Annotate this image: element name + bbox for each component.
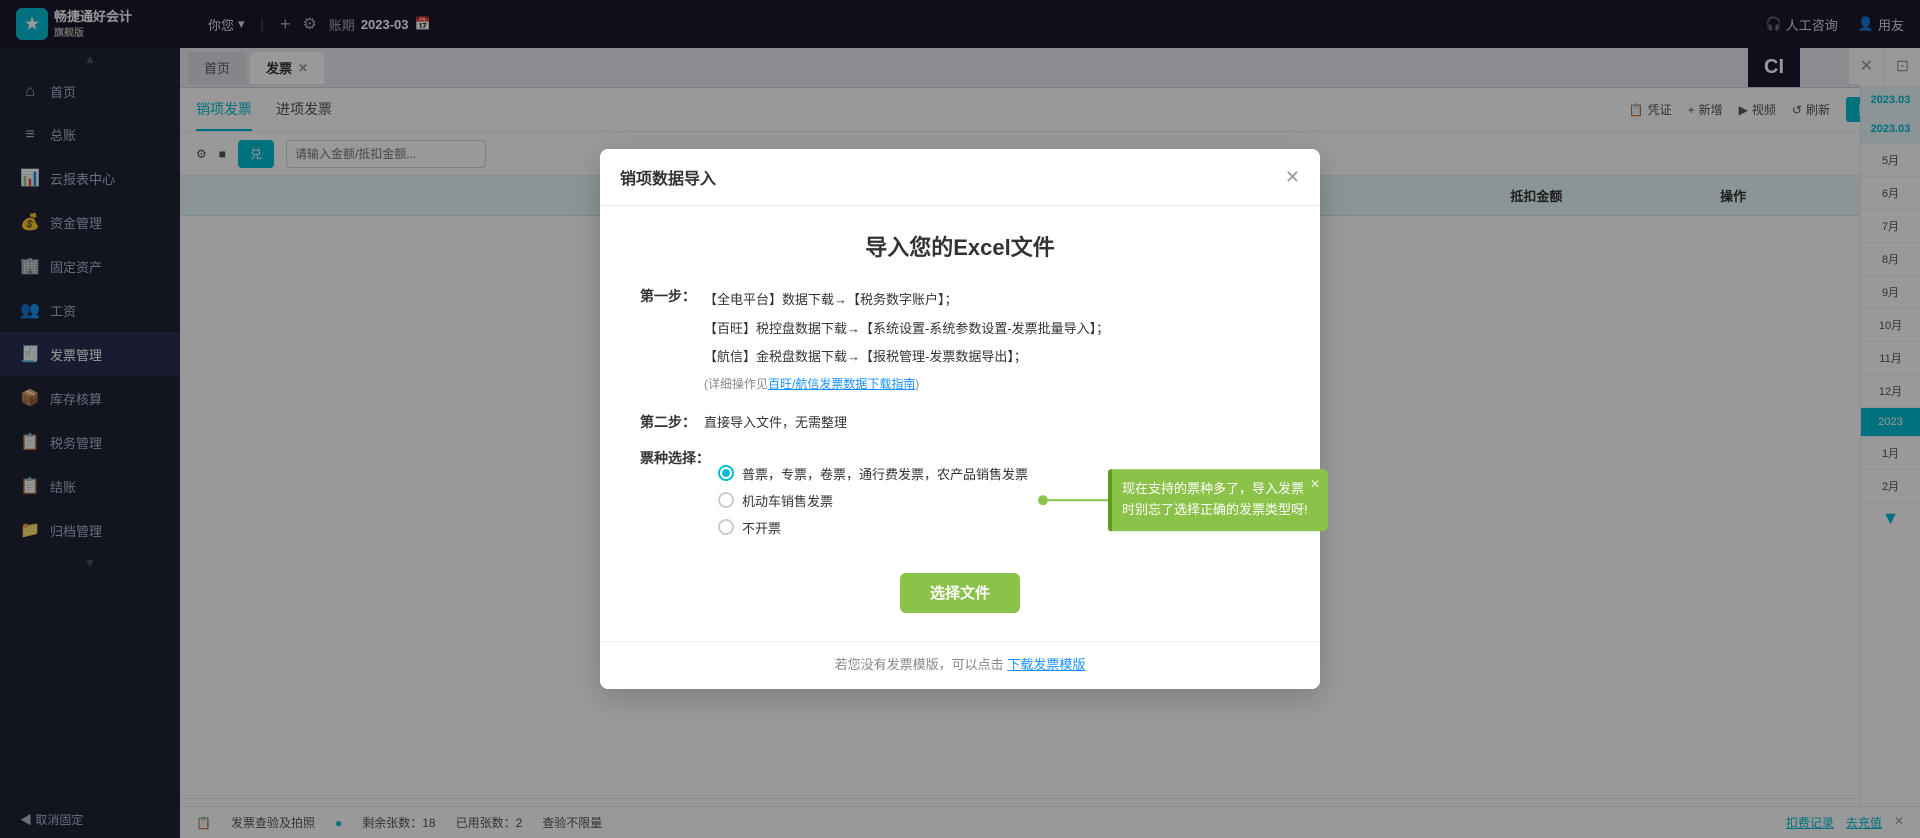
- dialog-title: 销项数据导入: [620, 165, 716, 189]
- ticket-select-area: 票种选择： 普票，专票，卷票，通行费发票，农产品销售发票 机动车销售发票: [640, 448, 1280, 553]
- ticket-option-2[interactable]: 机动车销售发票 ✕ 现在支持的票种多了，导入发票时别忘了选择正确的发票类型呀!: [718, 491, 1028, 510]
- ticket-options: 普票，专票，卷票，通行费发票，农产品销售发票 机动车销售发票 ✕: [718, 464, 1028, 537]
- step1-line3: 【航信】金税盘数据下载→【报税管理-发票数据导出】；: [704, 343, 1109, 372]
- dialog-main-title: 导入您的Excel文件: [640, 230, 1280, 262]
- tooltip-bar: [1108, 470, 1112, 532]
- dialog-step1: 第一步： 【全电平台】数据下载→【税务数字账户】； 【百旺】税控盘数据下载→【系…: [640, 286, 1280, 396]
- dialog-overlay: 销项数据导入 ✕ 导入您的Excel文件 第一步： 【全电平台】数据下载→【税务…: [0, 0, 1920, 838]
- download-guide-link[interactable]: 百旺/航信发票数据下载指南: [768, 377, 915, 391]
- tooltip-container: ✕ 现在支持的票种多了，导入发票时别忘了选择正确的发票类型呀!: [1038, 470, 1328, 532]
- dialog-step2: 第二步： 直接导入文件，无需整理: [640, 412, 1280, 432]
- radio-opt2[interactable]: [718, 492, 734, 508]
- ticket-option-1[interactable]: 普票，专票，卷票，通行费发票，农产品销售发票: [718, 464, 1028, 483]
- radio-opt1[interactable]: [718, 465, 734, 481]
- step1-hint: (详细操作见百旺/航信发票数据下载指南): [704, 372, 1109, 396]
- tooltip-close-button[interactable]: ✕: [1310, 476, 1320, 495]
- import-dialog: 销项数据导入 ✕ 导入您的Excel文件 第一步： 【全电平台】数据下载→【税务…: [600, 149, 1320, 689]
- ticket-option-3[interactable]: 不开票: [718, 518, 1028, 537]
- tooltip-line: [1048, 499, 1108, 501]
- dialog-close-button[interactable]: ✕: [1285, 167, 1300, 188]
- select-file-button[interactable]: 选择文件: [900, 573, 1020, 613]
- step2-text: 直接导入文件，无需整理: [704, 412, 847, 431]
- radio-opt3[interactable]: [718, 519, 734, 535]
- dialog-body: 导入您的Excel文件 第一步： 【全电平台】数据下载→【税务数字账户】； 【百…: [600, 206, 1320, 641]
- download-template-link[interactable]: 下载发票模版: [1007, 657, 1085, 672]
- ticket-label: 票种选择：: [640, 448, 710, 468]
- step1-label: 第一步：: [640, 286, 696, 306]
- dialog-footer: 若您没有发票模版，可以点击 下载发票模版: [600, 641, 1320, 689]
- step1-line1: 【全电平台】数据下载→【税务数字账户】；: [704, 286, 1109, 315]
- tooltip-bubble: ✕ 现在支持的票种多了，导入发票时别忘了选择正确的发票类型呀!: [1108, 470, 1328, 532]
- tooltip-dot: [1038, 495, 1048, 505]
- step2-label: 第二步：: [640, 412, 696, 432]
- dialog-header: 销项数据导入 ✕: [600, 149, 1320, 206]
- step1-line2: 【百旺】税控盘数据下载→【系统设置-系统参数设置-发票批量导入】；: [704, 315, 1109, 344]
